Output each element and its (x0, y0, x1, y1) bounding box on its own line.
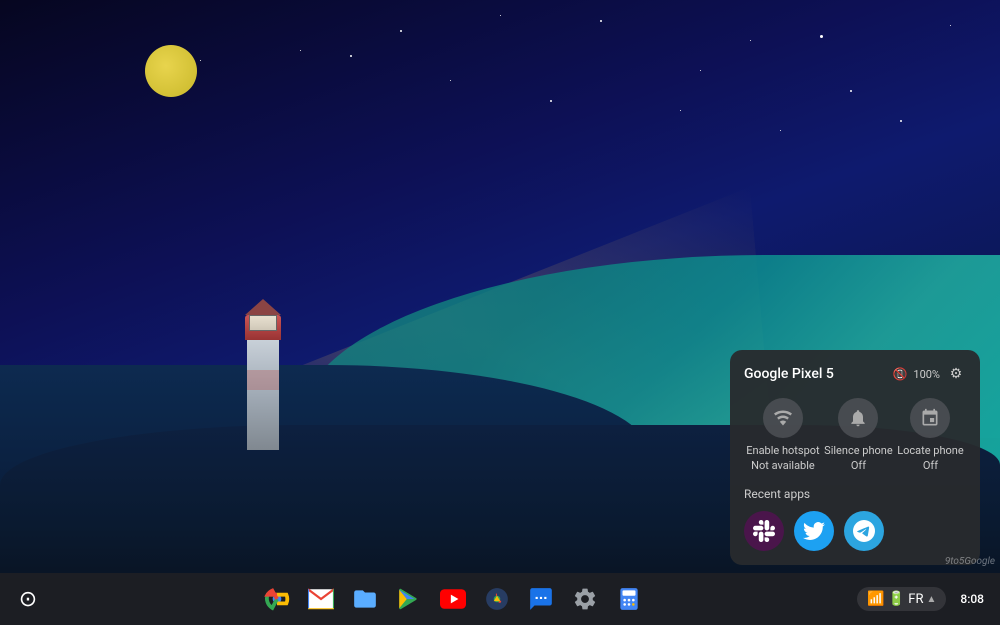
taskbar-gmail[interactable] (301, 579, 341, 619)
phone-panel: Google Pixel 5 📵 100% ⚙ Enable hotspot N… (730, 350, 980, 565)
taskbar-settings[interactable] (565, 579, 605, 619)
recent-app-twitter[interactable] (794, 511, 834, 551)
phone-name: Google Pixel 5 (744, 366, 834, 382)
moon (145, 45, 197, 97)
system-tray[interactable]: 📶 🔋 FR ▲ (857, 587, 946, 611)
taskbar-play-store[interactable] (389, 579, 429, 619)
flag-fr: FR (908, 592, 923, 607)
star (550, 100, 552, 102)
silence-icon (838, 398, 878, 438)
taskbar-youtube[interactable] (433, 579, 473, 619)
hotspot-icon (763, 398, 803, 438)
taskbar: ⊙ (0, 573, 1000, 625)
star (300, 50, 301, 51)
star (900, 120, 902, 122)
taskbar-chrome[interactable] (257, 579, 297, 619)
lighthouse-roof (245, 299, 281, 315)
taskbar-files[interactable] (345, 579, 385, 619)
action-hotspot[interactable]: Enable hotspot Not available (746, 398, 819, 473)
action-locate[interactable]: Locate phone Off (897, 398, 964, 473)
clock[interactable]: 8:08 (952, 588, 992, 610)
recent-apps-row (744, 511, 966, 551)
taskbar-right: 📶 🔋 FR ▲ 8:08 (857, 587, 992, 611)
star (500, 15, 501, 16)
action-silence[interactable]: Silence phone Off (824, 398, 893, 473)
star (750, 40, 751, 41)
star (700, 70, 701, 71)
star (950, 25, 951, 26)
watermark: 9to5Google (945, 556, 995, 567)
panel-header: Google Pixel 5 📵 100% ⚙ (744, 364, 966, 384)
lighthouse-stripe (247, 370, 279, 390)
star (450, 80, 451, 81)
lighthouse-light (249, 315, 277, 331)
recent-app-slack[interactable] (744, 511, 784, 551)
taskbar-left: ⊙ (8, 579, 48, 619)
hotspot-label: Enable hotspot Not available (746, 444, 819, 473)
panel-actions: Enable hotspot Not available Silence pho… (744, 398, 966, 473)
recent-app-telegram[interactable] (844, 511, 884, 551)
star (850, 90, 852, 92)
locate-label: Locate phone Off (897, 444, 964, 473)
launcher-button[interactable]: ⊙ (8, 579, 48, 619)
taskbar-photos[interactable] (477, 579, 517, 619)
silence-label: Silence phone Off (824, 444, 893, 473)
star (680, 110, 681, 111)
lighthouse-body (247, 340, 279, 450)
panel-settings-button[interactable]: ⚙ (946, 364, 966, 384)
star (600, 20, 602, 22)
no-sim-icon: 📵 (892, 367, 907, 381)
lighthouse-top (245, 315, 281, 340)
battery-icon: 🔋 (888, 591, 905, 607)
tray-arrow: ▲ (926, 594, 936, 605)
star (820, 35, 823, 38)
battery-percent: 100% (913, 368, 940, 381)
star (400, 30, 402, 32)
wifi-icon: 📶 (867, 591, 884, 607)
star (200, 60, 201, 61)
taskbar-calculator[interactable] (609, 579, 649, 619)
star (350, 55, 352, 57)
taskbar-apps (48, 579, 857, 619)
panel-header-icons: 📵 100% ⚙ (892, 364, 966, 384)
recent-apps-title: Recent apps (744, 487, 966, 501)
taskbar-messages[interactable] (521, 579, 561, 619)
star (780, 130, 781, 131)
lighthouse (245, 299, 281, 450)
locate-icon (910, 398, 950, 438)
